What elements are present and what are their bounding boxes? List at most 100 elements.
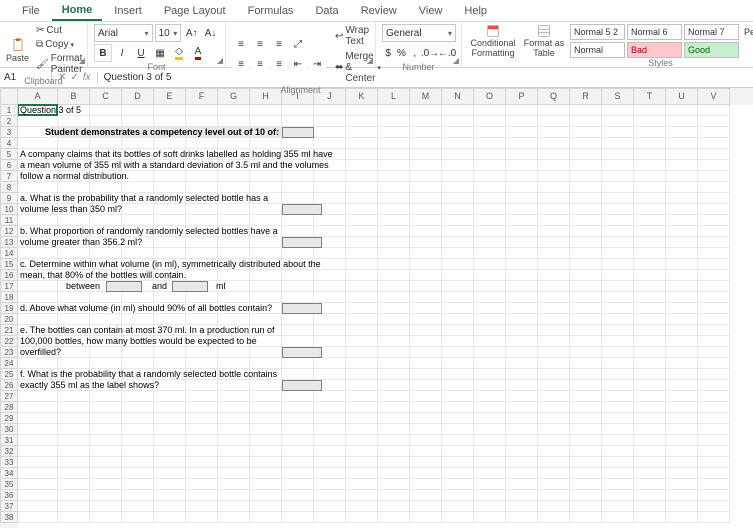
row-header-9[interactable]: 9 (0, 193, 18, 204)
tab-formulas[interactable]: Formulas (238, 2, 304, 20)
answer-box-b[interactable] (282, 237, 322, 248)
align-middle-button[interactable]: ≡ (251, 36, 269, 54)
col-header-R[interactable]: R (570, 88, 602, 105)
row-header-14[interactable]: 14 (0, 248, 18, 259)
cut-button[interactable]: ✂Cut (33, 24, 85, 37)
row-header-18[interactable]: 18 (0, 292, 18, 303)
font-color-button[interactable]: A (189, 44, 207, 62)
row-header-33[interactable]: 33 (0, 457, 18, 468)
answer-box-c1[interactable] (106, 281, 142, 292)
col-header-Q[interactable]: Q (538, 88, 570, 105)
row-header-4[interactable]: 4 (0, 138, 18, 149)
paste-button[interactable]: Paste (6, 33, 29, 67)
tab-help[interactable]: Help (454, 2, 497, 20)
copy-button[interactable]: ⧉Copy▾ (33, 38, 85, 51)
percent-button[interactable]: % (395, 44, 407, 62)
conditional-formatting-button[interactable]: ConditionalFormatting (468, 24, 518, 58)
row-header-29[interactable]: 29 (0, 413, 18, 424)
col-header-A[interactable]: A (18, 88, 58, 105)
answer-box-competency[interactable] (282, 127, 314, 138)
row-header-11[interactable]: 11 (0, 215, 18, 226)
row-header-19[interactable]: 19 (0, 303, 18, 314)
style-normal52[interactable]: Normal 5 2 (570, 24, 625, 40)
row-header-13[interactable]: 13 (0, 237, 18, 248)
answer-box-e[interactable] (282, 347, 322, 358)
answer-box-c2[interactable] (172, 281, 208, 292)
col-header-U[interactable]: U (666, 88, 698, 105)
row-header-26[interactable]: 26 (0, 380, 18, 391)
col-header-F[interactable]: F (186, 88, 218, 105)
tab-file[interactable]: File (12, 2, 50, 20)
row-header-32[interactable]: 32 (0, 446, 18, 457)
col-header-N[interactable]: N (442, 88, 474, 105)
orientation-button[interactable]: ⤢ (289, 36, 307, 54)
dialog-launcher-icon[interactable]: ◢ (217, 56, 223, 65)
accounting-button[interactable]: $ (382, 44, 394, 62)
col-header-T[interactable]: T (634, 88, 666, 105)
row-header-16[interactable]: 16 (0, 270, 18, 281)
col-header-L[interactable]: L (378, 88, 410, 105)
inc-decimal-button[interactable]: .0→ (422, 44, 438, 62)
row-header-21[interactable]: 21 (0, 325, 18, 336)
col-header-E[interactable]: E (154, 88, 186, 105)
col-header-M[interactable]: M (410, 88, 442, 105)
format-as-table-button[interactable]: Format asTable (522, 24, 566, 58)
row-header-2[interactable]: 2 (0, 116, 18, 127)
dialog-launcher-icon[interactable]: ◢ (367, 56, 373, 65)
fill-color-button[interactable]: ◇ (170, 44, 188, 62)
style-normal7[interactable]: Normal 7 (684, 24, 739, 40)
row-header-36[interactable]: 36 (0, 490, 18, 501)
row-header-34[interactable]: 34 (0, 468, 18, 479)
align-top-button[interactable]: ≡ (232, 36, 250, 54)
row-header-10[interactable]: 10 (0, 204, 18, 215)
row-header-6[interactable]: 6 (0, 160, 18, 171)
comma-button[interactable]: , (409, 44, 421, 62)
tab-insert[interactable]: Insert (104, 2, 152, 20)
row-header-8[interactable]: 8 (0, 182, 18, 193)
border-button[interactable]: ▦ (151, 44, 169, 62)
align-right-button[interactable]: ≡ (270, 56, 288, 74)
row-header-30[interactable]: 30 (0, 424, 18, 435)
font-name-select[interactable]: Arial▾ (94, 24, 153, 42)
row-header-37[interactable]: 37 (0, 501, 18, 512)
row-header-24[interactable]: 24 (0, 358, 18, 369)
cell-styles-gallery[interactable]: Normal 5 2 Normal 6 Normal 7 Percent 2 P… (570, 24, 753, 58)
align-center-button[interactable]: ≡ (251, 56, 269, 74)
row-header-17[interactable]: 17 (0, 281, 18, 292)
col-header-C[interactable]: C (90, 88, 122, 105)
indent-inc-button[interactable]: ⇥ (308, 56, 326, 74)
style-percent2[interactable]: Percent 2 (741, 24, 753, 40)
tab-review[interactable]: Review (351, 2, 407, 20)
col-header-B[interactable]: B (58, 88, 90, 105)
col-header-P[interactable]: P (506, 88, 538, 105)
font-size-select[interactable]: 10▾ (155, 24, 182, 42)
row-header-1[interactable]: 1 (0, 105, 18, 116)
italic-button[interactable]: I (113, 44, 131, 62)
style-bad[interactable]: Bad (627, 42, 682, 58)
dialog-launcher-icon[interactable]: ◢ (453, 56, 459, 65)
answer-box-f[interactable] (282, 380, 322, 391)
dialog-launcher-icon[interactable]: ◢ (79, 56, 85, 65)
row-header-12[interactable]: 12 (0, 226, 18, 237)
row-header-38[interactable]: 38 (0, 512, 18, 523)
align-bottom-button[interactable]: ≡ (270, 36, 288, 54)
row-header-15[interactable]: 15 (0, 259, 18, 270)
underline-button[interactable]: U (132, 44, 150, 62)
tab-home[interactable]: Home (52, 1, 103, 21)
style-normal[interactable]: Normal (570, 42, 625, 58)
row-header-3[interactable]: 3 (0, 127, 18, 138)
col-header-D[interactable]: D (122, 88, 154, 105)
tab-view[interactable]: View (409, 2, 453, 20)
shrink-font-button[interactable]: A↓ (202, 24, 219, 42)
align-left-button[interactable]: ≡ (232, 56, 250, 74)
col-header-O[interactable]: O (474, 88, 506, 105)
tab-pagelayout[interactable]: Page Layout (154, 2, 236, 20)
row-header-23[interactable]: 23 (0, 347, 18, 358)
row-header-22[interactable]: 22 (0, 336, 18, 347)
tab-data[interactable]: Data (305, 2, 348, 20)
style-good[interactable]: Good (684, 42, 739, 58)
row-header-27[interactable]: 27 (0, 391, 18, 402)
row-header-20[interactable]: 20 (0, 314, 18, 325)
row-header-25[interactable]: 25 (0, 369, 18, 380)
grow-font-button[interactable]: A↑ (183, 24, 200, 42)
